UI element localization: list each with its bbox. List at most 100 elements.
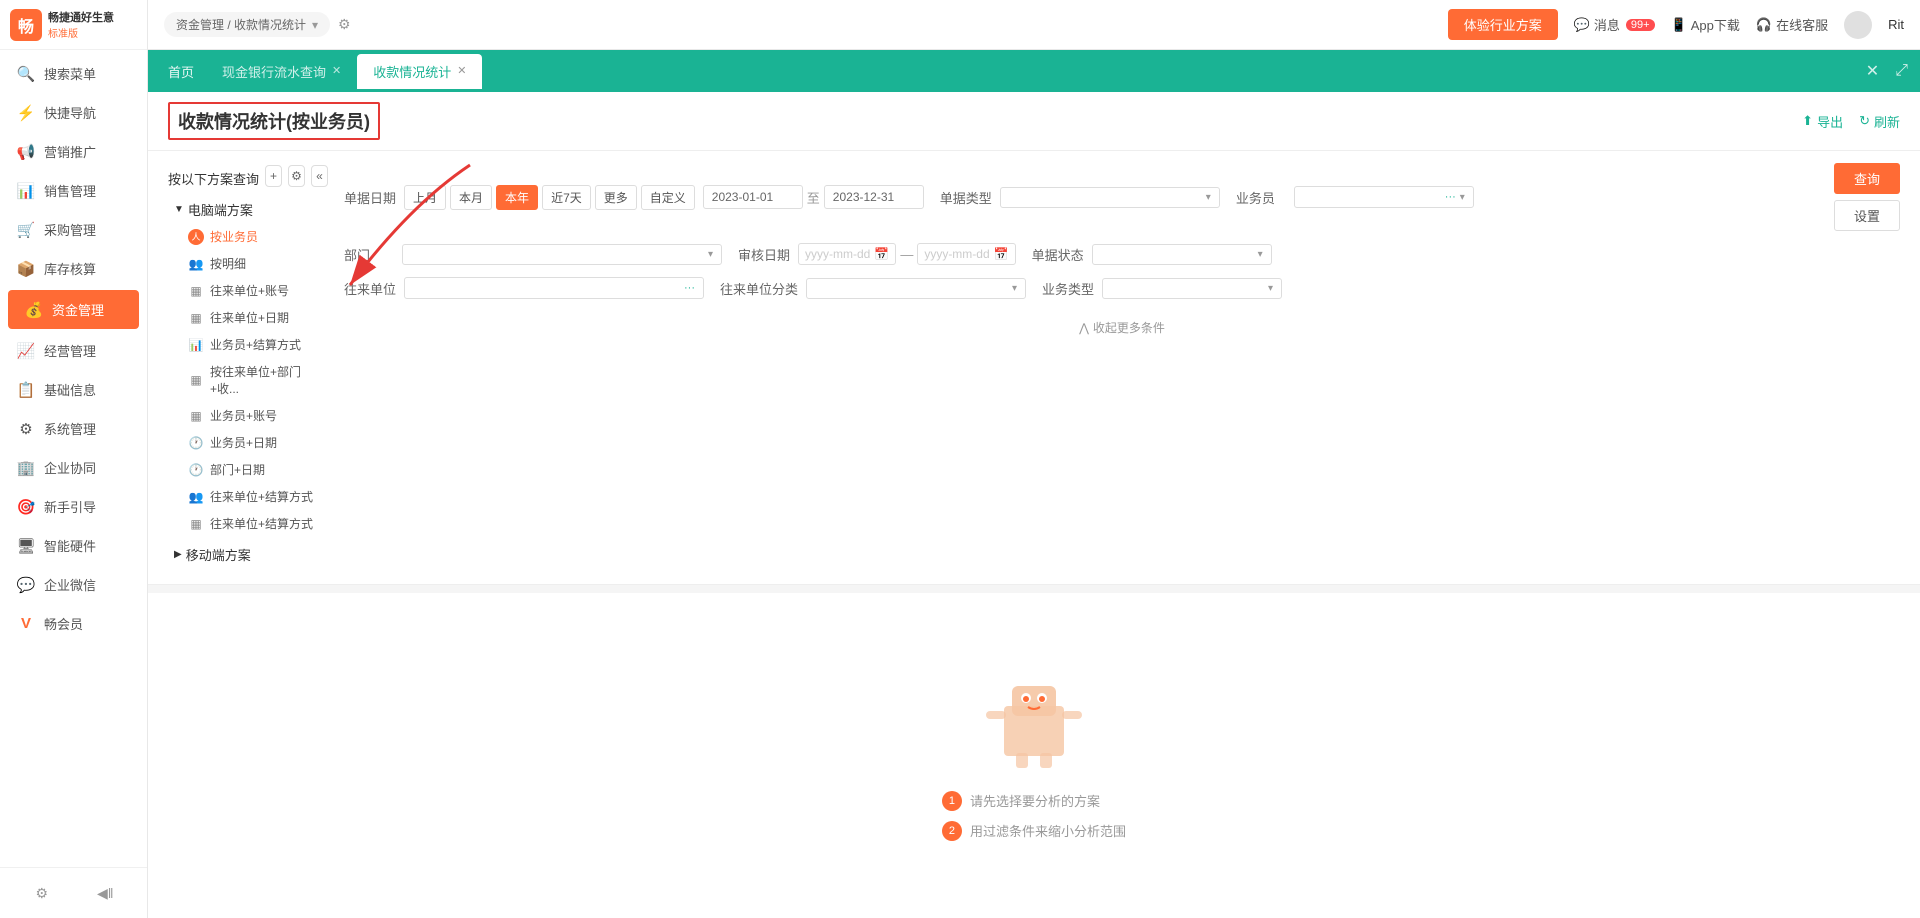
collapse-conditions-btn[interactable]: ⋀ 收起更多条件 (344, 311, 1900, 344)
query-actions: 查询 设置 (1834, 163, 1900, 231)
settings-btn[interactable]: 设置 (1834, 200, 1900, 231)
tab-close-collection-stats[interactable]: ✕ (457, 66, 466, 77)
date-btn-last-month[interactable]: 上月 (404, 185, 446, 210)
scheme-item-partner-dept[interactable]: ▦ 按往来单位+部门+收... (168, 358, 328, 402)
date-to-input[interactable] (824, 185, 924, 209)
scheme-item-partner-settle1[interactable]: 👥 往来单位+结算方式 (168, 483, 328, 510)
biz-type-field: 业务类型 ▾ (1042, 278, 1282, 299)
doc-type-arrow: ▾ (1206, 192, 1211, 203)
scheme-item-partner-settle2[interactable]: ▦ 往来单位+结算方式 (168, 510, 328, 537)
review-date-to[interactable]: yyyy-mm-dd 📅 (917, 243, 1015, 265)
sidebar-item-quick-nav[interactable]: ⚡ 快捷导航 (0, 93, 147, 132)
scheme-item-detail[interactable]: 👥 按明细 (168, 250, 328, 277)
sidebar-item-search[interactable]: 🔍 搜索菜单 (0, 54, 147, 93)
query-row-date: 单据日期 上月 本月 本年 近7天 更多 自定义 至 (344, 163, 1900, 231)
tab-bank-flow[interactable]: 现金银行流水查询 ✕ (206, 54, 357, 89)
date-from-input[interactable] (703, 185, 803, 209)
salesman-select[interactable]: ··· ▾ (1294, 186, 1474, 208)
scheme-item-salesman-settle[interactable]: 📊 业务员+结算方式 (168, 331, 328, 358)
tab-home[interactable]: 首页 (156, 54, 206, 89)
desktop-scheme-group: ▼ 电脑端方案 人 按业务员 👥 按明细 ▦ (168, 196, 328, 537)
scheme-item-dept-date[interactable]: 🕐 部门+日期 (168, 456, 328, 483)
export-btn[interactable]: ⬆ 导出 (1802, 112, 1843, 131)
main-area: 资金管理 / 收款情况统计 ▾ ⚙ 体验行业方案 💬 消息 99+ 📱 App下… (148, 0, 1920, 918)
partner-select[interactable]: ··· (404, 277, 704, 299)
doc-type-field: 单据类型 ▾ (940, 187, 1220, 208)
trial-btn[interactable]: 体验行业方案 (1448, 9, 1558, 40)
partner-category-arrow: ▾ (1012, 283, 1017, 294)
sidebar-item-enterprise[interactable]: 🏢 企业协同 (0, 448, 147, 487)
salesman-icon: 人 (188, 229, 204, 245)
dept-label: 部门 (344, 245, 394, 264)
sidebar-settings-btn[interactable]: ⚙ (27, 878, 57, 908)
sidebar-item-finance[interactable]: 💰 资金管理 (8, 290, 139, 329)
sidebar-collapse-btn[interactable]: ◀‖ (90, 878, 120, 908)
scheme-item-salesman-account[interactable]: ▦ 业务员+账号 (168, 402, 328, 429)
sidebar-item-wechat[interactable]: 💬 企业微信 (0, 565, 147, 604)
avatar[interactable] (1844, 11, 1872, 39)
message-btn[interactable]: 💬 消息 99+ (1574, 15, 1655, 34)
empty-tip-2: 2 用过滤条件来缩小分析范围 (942, 821, 1126, 841)
top-header-left: 资金管理 / 收款情况统计 ▾ ⚙ (164, 12, 351, 37)
tab-bar: 首页 现金银行流水查询 ✕ 收款情况统计 ✕ ✕ ⤢ (148, 50, 1920, 92)
content-area: 收款情况统计(按业务员) ⬆ 导出 ↻ 刷新 按以下方案查询 + (148, 92, 1920, 918)
salesman-label: 业务员 (1236, 188, 1286, 207)
sidebar-item-marketing[interactable]: 📢 营销推广 (0, 132, 147, 171)
query-top-row: 按以下方案查询 + ⚙ « ▼ 电脑端方案 人 (168, 163, 1900, 572)
sales-icon: 📊 (16, 182, 36, 200)
scheme-collapse-btn[interactable]: « (311, 165, 328, 187)
date-btn-7days[interactable]: 近7天 (542, 185, 591, 210)
scheme-item-partner-account[interactable]: ▦ 往来单位+账号 (168, 277, 328, 304)
doc-type-select[interactable]: ▾ (1000, 187, 1220, 208)
salesman-account-icon: ▦ (188, 408, 204, 424)
sidebar-item-guide[interactable]: 🎯 新手引导 (0, 487, 147, 526)
desktop-group-header[interactable]: ▼ 电脑端方案 (168, 196, 328, 223)
partner-settle1-icon: 👥 (188, 489, 204, 505)
scheme-add-btn[interactable]: + (265, 165, 282, 187)
search-icon: 🔍 (16, 65, 36, 83)
tab-expand-btn[interactable]: ⤢ (1891, 58, 1912, 84)
partner-dept-icon: ▦ (188, 372, 204, 388)
scheme-settings-btn[interactable]: ⚙ (288, 165, 305, 187)
sidebar-item-sales[interactable]: 📊 销售管理 (0, 171, 147, 210)
dept-select[interactable]: ▾ (402, 244, 722, 265)
sidebar-item-member[interactable]: V 畅会员 (0, 604, 147, 643)
scheme-item-partner-date[interactable]: ▦ 往来单位+日期 (168, 304, 328, 331)
query-btn[interactable]: 查询 (1834, 163, 1900, 194)
tab-close-all-btn[interactable]: ✕ (1862, 57, 1883, 85)
date-btn-this-month[interactable]: 本月 (450, 185, 492, 210)
salesman-more-btn[interactable]: ··· (1445, 191, 1456, 203)
breadcrumb-dropdown[interactable]: ⚙ (338, 16, 351, 33)
sidebar-item-hardware[interactable]: 🖥 智能硬件 (0, 526, 147, 565)
sidebar-item-purchase[interactable]: 🛒 采购管理 (0, 210, 147, 249)
detail-icon: 👥 (188, 256, 204, 272)
online-service-btn[interactable]: 🎧 在线客服 (1756, 15, 1828, 34)
doc-status-select[interactable]: ▾ (1092, 244, 1272, 265)
mobile-group-header[interactable]: ▶ 移动端方案 (168, 541, 328, 568)
partner-more-btn[interactable]: ··· (684, 282, 695, 294)
sidebar-item-system[interactable]: ⚙ 系统管理 (0, 409, 147, 448)
doc-status-label: 单据状态 (1032, 245, 1084, 264)
partner-field: 往来单位 ··· (344, 277, 704, 299)
finance-icon: 💰 (24, 301, 44, 319)
date-btn-more[interactable]: 更多 (595, 185, 637, 210)
guide-icon: 🎯 (16, 498, 36, 516)
date-btn-custom[interactable]: 自定义 (641, 185, 695, 210)
scheme-item-salesman[interactable]: 人 按业务员 (168, 223, 328, 250)
review-date-from[interactable]: yyyy-mm-dd 📅 (798, 243, 896, 265)
tab-collection-stats[interactable]: 收款情况统计 ✕ (357, 54, 482, 89)
date-btn-this-year[interactable]: 本年 (496, 185, 538, 210)
biz-type-select[interactable]: ▾ (1102, 278, 1282, 299)
app-download-btn[interactable]: 📱 App下载 (1671, 15, 1740, 34)
scheme-item-salesman-date[interactable]: 🕐 业务员+日期 (168, 429, 328, 456)
sidebar-item-operations[interactable]: 📈 经营管理 (0, 331, 147, 370)
partner-label: 往来单位 (344, 279, 396, 298)
tab-close-bank-flow[interactable]: ✕ (332, 66, 341, 77)
refresh-btn[interactable]: ↻ 刷新 (1859, 112, 1900, 131)
sidebar-item-inventory[interactable]: 📦 库存核算 (0, 249, 147, 288)
query-fields: 单据日期 上月 本月 本年 近7天 更多 自定义 至 (344, 163, 1900, 344)
partner-category-select[interactable]: ▾ (806, 278, 1026, 299)
partner-date-icon: ▦ (188, 310, 204, 326)
top-header: 资金管理 / 收款情况统计 ▾ ⚙ 体验行业方案 💬 消息 99+ 📱 App下… (148, 0, 1920, 50)
sidebar-item-basic-info[interactable]: 📋 基础信息 (0, 370, 147, 409)
